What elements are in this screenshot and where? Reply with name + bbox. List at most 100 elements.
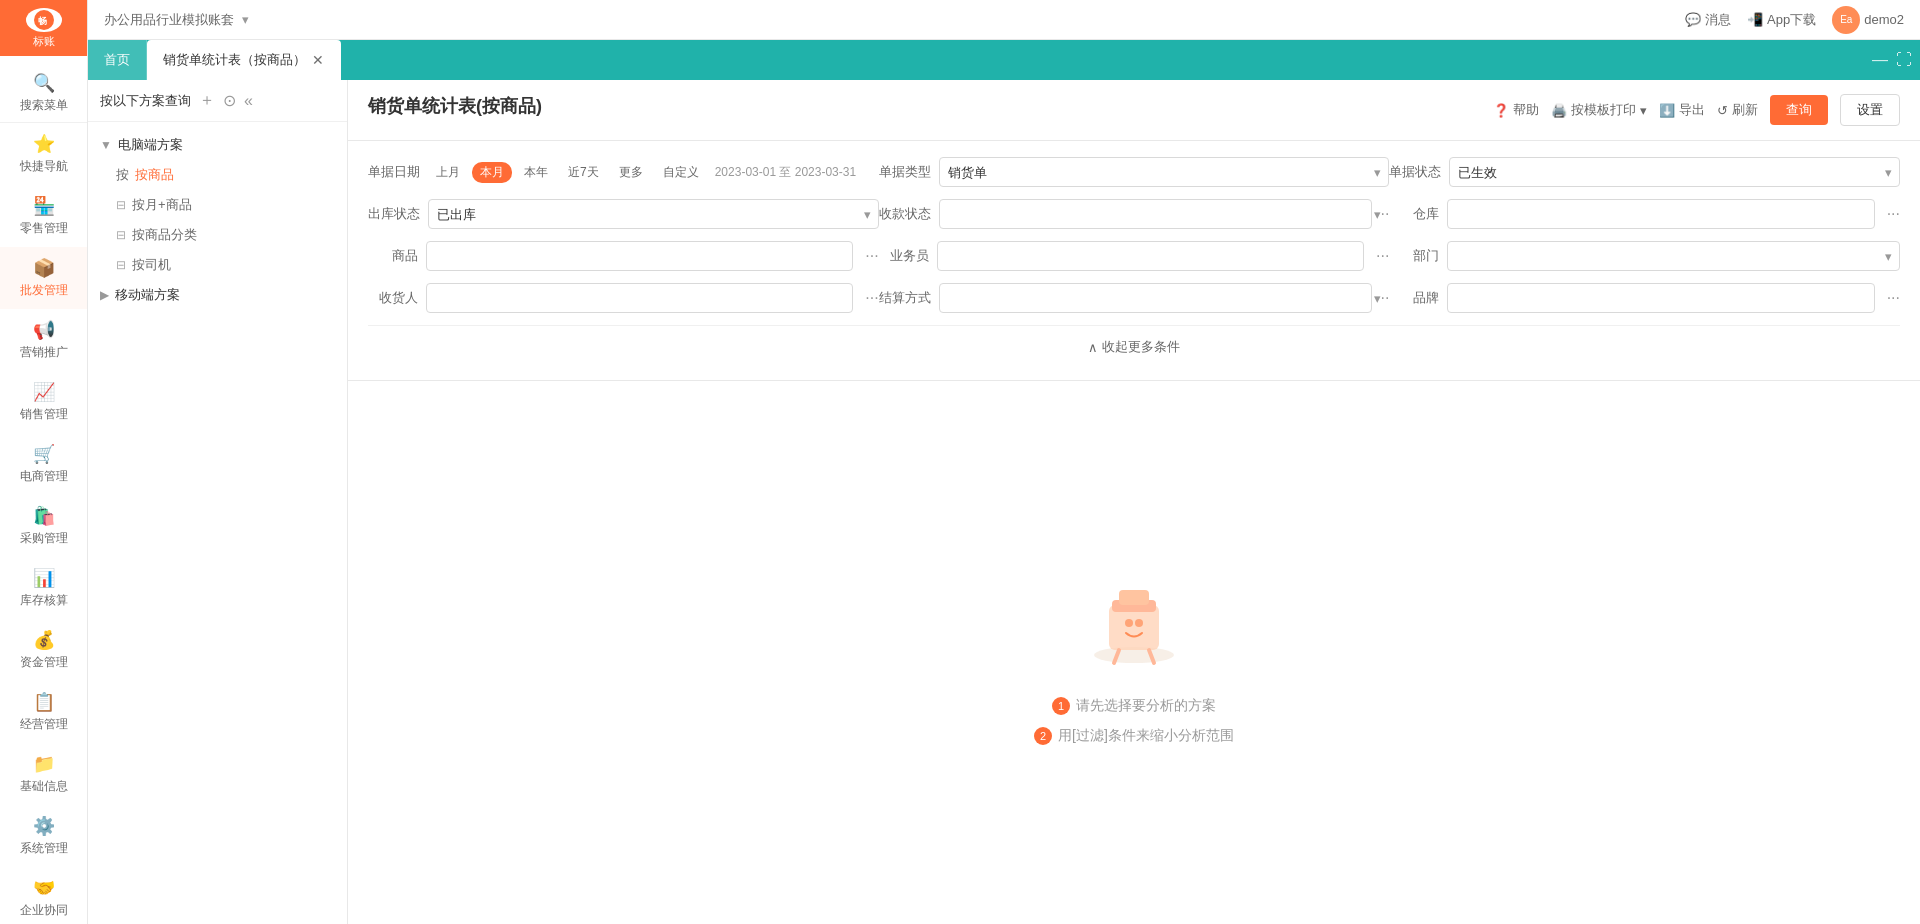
tree-item-by-goods[interactable]: 按 按商品 <box>104 160 347 190</box>
user-info[interactable]: Ea demo2 <box>1832 6 1904 34</box>
filter-field-staff: 业务员 ··· <box>879 241 1390 271</box>
date-tag-more[interactable]: 更多 <box>611 162 651 183</box>
tab-close-icon[interactable]: ✕ <box>312 52 324 68</box>
filter-tree: ▼ 电脑端方案 按 按商品 ⊟ 按月+商品 ⊟ 按商品分类 <box>88 122 347 318</box>
empty-hint-2-text: 用[过滤]条件来缩小分析范围 <box>1058 727 1234 745</box>
sidebar-item-wholesale-group: 📦 批发管理 <box>0 247 87 309</box>
date-tag-this-month[interactable]: 本月 <box>472 162 512 183</box>
help-btn[interactable]: ❓ 帮助 <box>1493 101 1539 119</box>
collapse-btn[interactable]: ∧ 收起更多条件 <box>368 330 1900 364</box>
sidebar-item-basic[interactable]: 📁 基础信息 <box>0 743 87 805</box>
tree-item-month-goods[interactable]: ⊟ 按月+商品 <box>104 190 347 220</box>
export-btn[interactable]: ⬇️ 导出 <box>1659 101 1705 119</box>
add-plan-btn[interactable]: ＋ <box>199 90 215 111</box>
receiver-more-icon[interactable]: ··· <box>865 289 878 307</box>
sidebar-item-ecommerce[interactable]: 🛒 电商管理 <box>0 433 87 495</box>
tab-maximize-icon[interactable]: ⛶ <box>1896 51 1912 69</box>
tree-item-mobile[interactable]: ▶ 移动端方案 <box>88 280 347 310</box>
finance-icon: 💰 <box>33 629 55 651</box>
collect-status-select-wrapper: ··· <box>939 199 1390 229</box>
month-goods-icon: ⊟ <box>116 198 126 212</box>
brand-input[interactable] <box>1447 283 1874 313</box>
date-tag-this-year[interactable]: 本年 <box>516 162 556 183</box>
sidebar-item-marketing[interactable]: 📢 营销推广 <box>0 309 87 371</box>
dept-select[interactable] <box>1447 241 1900 271</box>
tab-home[interactable]: 首页 <box>88 40 147 80</box>
filter-field-doc-status: 单据状态 已生效 <box>1389 157 1900 187</box>
out-status-select[interactable]: 已出库 <box>428 199 879 229</box>
sidebar-item-purchase[interactable]: 🛍️ 采购管理 <box>0 495 87 557</box>
sidebar-item-operation[interactable]: 📋 经营管理 <box>0 681 87 743</box>
tree-goods-category-label: 按商品分类 <box>132 226 197 244</box>
print-label: 按模板打印 <box>1571 101 1636 119</box>
logo-icon: 畅 <box>26 8 62 32</box>
topbar-left: 办公用品行业模拟账套 ▾ <box>104 11 249 29</box>
brand-more-icon[interactable]: ··· <box>1887 289 1900 307</box>
svg-text:畅: 畅 <box>38 16 47 26</box>
goods-input[interactable] <box>426 241 853 271</box>
staff-more-icon[interactable]: ··· <box>1376 247 1389 265</box>
date-tag-7days[interactable]: 近7天 <box>560 162 607 183</box>
retail-icon: 🏪 <box>33 195 55 217</box>
filter-field-date: 单据日期 上月 本月 本年 近7天 更多 自定义 2023-03-01 至 20… <box>368 162 879 183</box>
query-btn[interactable]: 查询 <box>1770 95 1828 125</box>
message-label: 消息 <box>1705 11 1731 29</box>
sidebar: 畅 标账 🔍 搜索菜单 ⭐ 快捷导航 🏪 零售管理 📦 批发管理 📢 营销推广 <box>0 0 88 924</box>
doc-status-select[interactable]: 已生效 <box>1449 157 1900 187</box>
staff-input[interactable] <box>937 241 1364 271</box>
collect-status-select[interactable] <box>939 199 1372 229</box>
message-btn[interactable]: 💬 消息 <box>1685 11 1731 29</box>
date-tag-custom[interactable]: 自定义 <box>655 162 707 183</box>
collapse-panel-btn[interactable]: « <box>244 92 253 110</box>
sidebar-item-search[interactable]: 🔍 搜索菜单 <box>0 64 87 123</box>
filter-row-3: 商品 ··· 业务员 ··· 部门 <box>368 241 1900 271</box>
ecommerce-icon: 🛒 <box>33 443 55 465</box>
print-btn[interactable]: 🖨️ 按模板打印 ▾ <box>1551 101 1647 119</box>
tab-report[interactable]: 销货单统计表（按商品） ✕ <box>147 40 341 80</box>
tree-expand-icon: ▼ <box>100 138 112 152</box>
date-tag-last-month[interactable]: 上月 <box>428 162 468 183</box>
goods-more-icon[interactable]: ··· <box>865 247 878 265</box>
receiver-input[interactable] <box>426 283 853 313</box>
filter-field-receiver: 收货人 ··· <box>368 283 879 313</box>
sidebar-item-enterprise[interactable]: 🤝 企业协同 <box>0 867 87 924</box>
quicknav-icon: ⭐ <box>33 133 55 155</box>
app-download-btn[interactable]: 📲 App下载 <box>1747 11 1816 29</box>
staff-label: 业务员 <box>879 247 929 265</box>
collect-status-more-icon[interactable]: ··· <box>1376 205 1389 223</box>
dept-label: 部门 <box>1389 247 1439 265</box>
settle-select[interactable] <box>939 283 1372 313</box>
tree-children-pc: 按 按商品 ⊟ 按月+商品 ⊟ 按商品分类 ⊟ 按司机 <box>88 160 347 280</box>
date-range-text: 2023-03-01 至 2023-03-31 <box>715 164 856 181</box>
sidebar-item-inventory[interactable]: 📊 库存核算 <box>0 557 87 619</box>
filter-panel: 按以下方案查询 ＋ ⊙ « ▼ 电脑端方案 按 按商品 ⊟ <box>88 80 348 924</box>
refresh-btn[interactable]: ↺ 刷新 <box>1717 101 1758 119</box>
sidebar-item-system[interactable]: ⚙️ 系统管理 <box>0 805 87 867</box>
help-label: 帮助 <box>1513 101 1539 119</box>
warehouse-input[interactable] <box>1447 199 1874 229</box>
industry-dropdown-icon[interactable]: ▾ <box>242 12 249 27</box>
topbar-right: 💬 消息 📲 App下载 Ea demo2 <box>1685 6 1904 34</box>
settings-btn[interactable]: 设置 <box>1840 94 1900 126</box>
tab-minimize-icon[interactable]: — <box>1872 51 1888 69</box>
filter-field-doc-type: 单据类型 销货单 <box>879 157 1390 187</box>
settings-plan-btn[interactable]: ⊙ <box>223 91 236 110</box>
filter-field-warehouse: 仓库 ··· <box>1389 199 1900 229</box>
warehouse-more-icon[interactable]: ··· <box>1887 205 1900 223</box>
filter-field-settle: 结算方式 ··· <box>879 283 1390 313</box>
tree-item-driver[interactable]: ⊟ 按司机 <box>104 250 347 280</box>
sidebar-item-finance[interactable]: 💰 资金管理 <box>0 619 87 681</box>
sidebar-item-quicknav[interactable]: ⭐ 快捷导航 <box>0 123 87 185</box>
sidebar-item-retail[interactable]: 🏪 零售管理 <box>0 185 87 247</box>
collapse-up-icon: ∧ <box>1088 340 1098 355</box>
tree-item-goods-category[interactable]: ⊟ 按商品分类 <box>104 220 347 250</box>
doc-type-select[interactable]: 销货单 <box>939 157 1390 187</box>
settle-more-icon[interactable]: ··· <box>1376 289 1389 307</box>
tree-item-pc[interactable]: ▼ 电脑端方案 <box>88 130 347 160</box>
settle-label: 结算方式 <box>879 289 931 307</box>
filter-divider <box>368 325 1900 326</box>
sidebar-item-sales[interactable]: 📈 销售管理 <box>0 371 87 433</box>
tabbar: 首页 销货单统计表（按商品） ✕ — ⛶ <box>88 40 1920 80</box>
tabbar-controls: — ⛶ <box>1872 51 1920 69</box>
sidebar-item-wholesale[interactable]: 📦 批发管理 <box>0 247 87 309</box>
